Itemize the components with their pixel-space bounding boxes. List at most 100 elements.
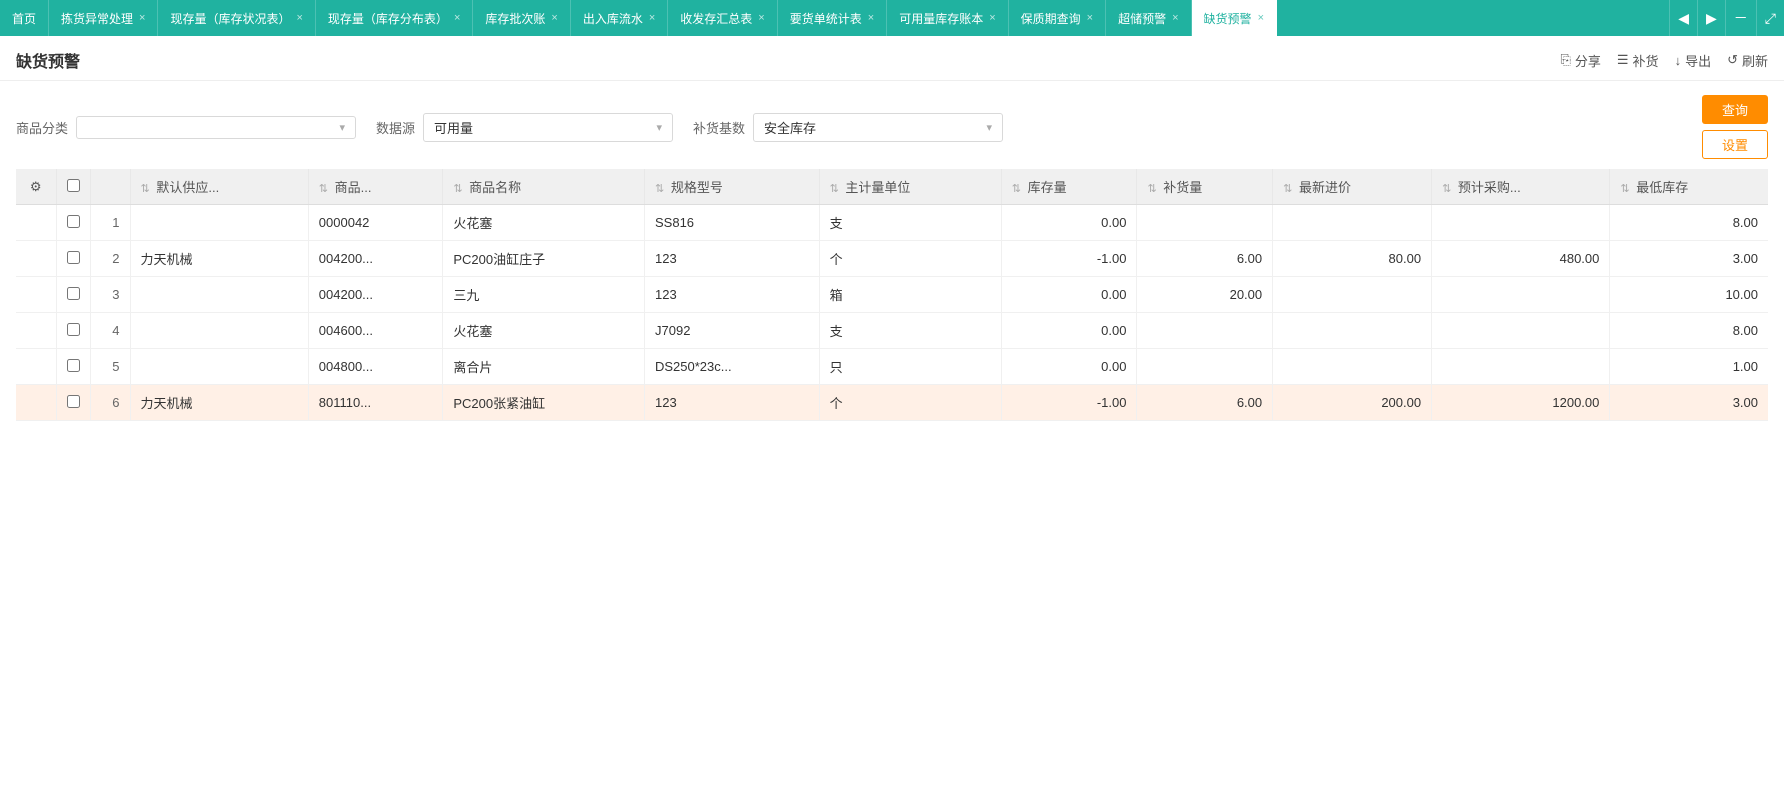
tab-close-9[interactable]: × (1087, 12, 1093, 24)
row-checkbox-0[interactable] (67, 215, 80, 228)
tab-可用量库存账本[interactable]: 可用量库存账本 × (887, 0, 1008, 36)
row-latest-price-0 (1273, 205, 1432, 241)
tab-现存量库存状况表[interactable]: 现存量（库存状况表） × (158, 0, 315, 36)
row-spec-2: 123 (645, 277, 820, 313)
refresh-button[interactable]: ↺ 刷新 (1727, 51, 1768, 70)
row-check-cell[interactable] (56, 277, 90, 313)
row-name-2: 三九 (443, 277, 645, 313)
col-header-replenish[interactable]: 补货量 (1137, 169, 1273, 205)
row-latest-price-2 (1273, 277, 1432, 313)
row-checkbox-2[interactable] (67, 287, 80, 300)
tab-现存量库存分布表[interactable]: 现存量（库存分布表） × (316, 0, 473, 36)
tab-首页[interactable]: 首页 (0, 0, 49, 36)
page-title: 缺货预警 (16, 48, 80, 72)
row-spec-0: SS816 (645, 205, 820, 241)
tab-next-button[interactable]: ▶ (1697, 0, 1725, 36)
tab-close-11[interactable]: × (1258, 12, 1264, 24)
row-check-cell[interactable] (56, 385, 90, 421)
col-header-latest-price[interactable]: 最新进价 (1273, 169, 1432, 205)
refresh-icon: ↺ (1727, 52, 1738, 68)
row-latest-price-1: 80.00 (1273, 241, 1432, 277)
row-name-3: 火花塞 (443, 313, 645, 349)
tab-prev-button[interactable]: ◀ (1669, 0, 1697, 36)
settings-button[interactable]: 设置 (1702, 130, 1768, 159)
datasource-select[interactable]: 可用量 ▾ (423, 113, 673, 142)
col-header-spec[interactable]: 规格型号 (645, 169, 820, 205)
replenish-button[interactable]: ☰ 补货 (1617, 51, 1659, 70)
row-gear-cell (16, 385, 56, 421)
tab-close-6[interactable]: × (758, 12, 764, 24)
table-body: 1 0000042 火花塞 SS816 支 0.00 8.00 2 力天机械 0… (16, 205, 1768, 421)
row-check-cell[interactable] (56, 241, 90, 277)
table-row: 1 0000042 火花塞 SS816 支 0.00 8.00 (16, 205, 1768, 241)
tab-库存批次账[interactable]: 库存批次账 × (473, 0, 570, 36)
col-header-est-purchase[interactable]: 预计采购... (1432, 169, 1610, 205)
row-checkbox-1[interactable] (67, 251, 80, 264)
datasource-filter-group: 数据源 可用量 ▾ (376, 113, 673, 142)
tab-超储预警[interactable]: 超储预警 × (1106, 0, 1191, 36)
tab-close-4[interactable]: × (551, 12, 557, 24)
row-replenish-5: 6.00 (1137, 385, 1273, 421)
tab-close-10[interactable]: × (1172, 12, 1178, 24)
row-min-stock-4: 1.00 (1610, 349, 1768, 385)
row-check-cell[interactable] (56, 205, 90, 241)
tab-minimize-button[interactable]: － (1725, 0, 1756, 36)
col-header-min-stock[interactable]: 最低库存 (1610, 169, 1768, 205)
col-header-code[interactable]: 商品... (308, 169, 443, 205)
row-spec-1: 123 (645, 241, 820, 277)
row-unit-4: 只 (819, 349, 1001, 385)
col-header-name[interactable]: 商品名称 (443, 169, 645, 205)
row-supplier-3 (130, 313, 308, 349)
row-replenish-1: 6.00 (1137, 241, 1273, 277)
select-all-checkbox[interactable] (67, 179, 80, 192)
row-num-5: 6 (90, 385, 130, 421)
row-stock-2: 0.00 (1001, 277, 1137, 313)
category-select[interactable]: ▾ (76, 116, 356, 139)
row-gear-cell (16, 241, 56, 277)
col-header-supplier[interactable]: 默认供应... (130, 169, 308, 205)
tab-close-2[interactable]: × (296, 12, 302, 24)
replenish-base-select[interactable]: 安全库存 ▾ (753, 113, 1003, 142)
row-check-cell[interactable] (56, 349, 90, 385)
tab-要货单统计表[interactable]: 要货单统计表 × (778, 0, 887, 36)
row-unit-0: 支 (819, 205, 1001, 241)
tab-保质期查询[interactable]: 保质期查询 × (1009, 0, 1106, 36)
row-unit-3: 支 (819, 313, 1001, 349)
export-button[interactable]: ↓ 导出 (1675, 51, 1712, 70)
tab-close-5[interactable]: × (649, 12, 655, 24)
row-check-cell[interactable] (56, 313, 90, 349)
tab-拣货异常处理[interactable]: 拣货异常处理 × (49, 0, 158, 36)
row-latest-price-5: 200.00 (1273, 385, 1432, 421)
row-checkbox-5[interactable] (67, 395, 80, 408)
row-checkbox-4[interactable] (67, 359, 80, 372)
tab-close-8[interactable]: × (989, 12, 995, 24)
row-code-1: 004200... (308, 241, 443, 277)
row-est-purchase-5: 1200.00 (1432, 385, 1610, 421)
tab-出入库流水[interactable]: 出入库流水 × (571, 0, 668, 36)
tab-缺货预警[interactable]: 缺货预警 × (1192, 0, 1277, 36)
col-header-gear[interactable]: ⚙ (16, 169, 56, 205)
col-header-stock[interactable]: 库存量 (1001, 169, 1137, 205)
tab-收发存汇总表[interactable]: 收发存汇总表 × (668, 0, 777, 36)
table-row: 5 004800... 离合片 DS250*23c... 只 0.00 1.00 (16, 349, 1768, 385)
share-icon: ⎘ (1560, 52, 1570, 68)
tab-maximize-button[interactable]: ⤢ (1756, 0, 1784, 36)
col-header-unit[interactable]: 主计量单位 (819, 169, 1001, 205)
tab-close-3[interactable]: × (454, 12, 460, 24)
col-header-num (90, 169, 130, 205)
query-button[interactable]: 查询 (1702, 95, 1768, 124)
row-num-0: 1 (90, 205, 130, 241)
share-button[interactable]: ⎘ 分享 (1560, 51, 1600, 70)
row-min-stock-0: 8.00 (1610, 205, 1768, 241)
row-checkbox-3[interactable] (67, 323, 80, 336)
table-header-row: ⚙ 默认供应... 商品... 商品名称 (16, 169, 1768, 205)
tab-close-1[interactable]: × (139, 12, 145, 24)
col-header-check[interactable] (56, 169, 90, 205)
replenish-base-value: 安全库存 (764, 118, 816, 137)
row-spec-5: 123 (645, 385, 820, 421)
table-row: 2 力天机械 004200... PC200油缸庄子 123 个 -1.00 6… (16, 241, 1768, 277)
row-name-4: 离合片 (443, 349, 645, 385)
row-num-3: 4 (90, 313, 130, 349)
row-supplier-2 (130, 277, 308, 313)
tab-close-7[interactable]: × (868, 12, 874, 24)
